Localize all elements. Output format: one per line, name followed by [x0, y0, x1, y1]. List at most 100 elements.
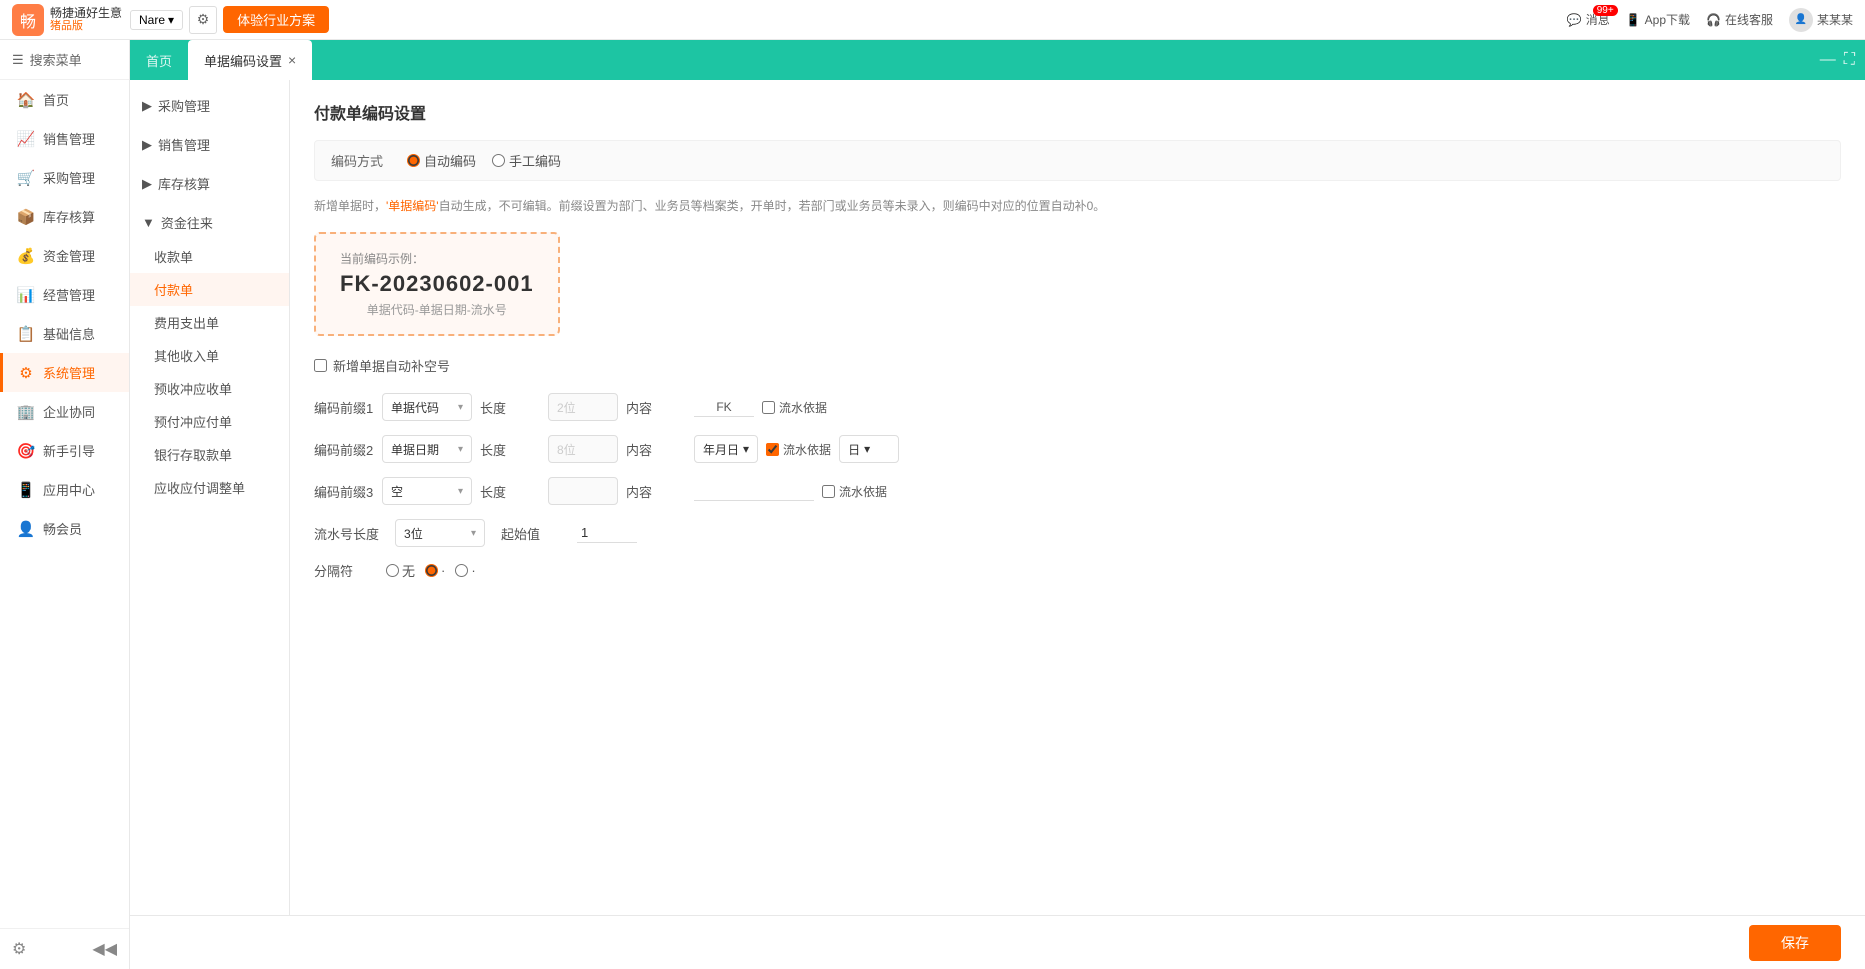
prefix2-len-input: 8位 [548, 435, 618, 463]
prefix2-waterfall-unit: 日 [848, 441, 860, 458]
sidebar-item-sales-label: 销售管理 [43, 129, 95, 148]
manual-radio-label[interactable]: 手工编码 [492, 151, 561, 170]
prefix1-waterfall-label[interactable]: 流水依据 [762, 399, 827, 416]
auto-fill-checkbox[interactable] [314, 359, 327, 372]
user-profile-btn[interactable]: 👤 某某某 [1789, 8, 1853, 32]
sep-none-label[interactable]: 无 [386, 561, 415, 580]
msg-icon: 💬 [1567, 13, 1582, 27]
sub-group-sales-header[interactable]: ▶ 销售管理 [130, 127, 289, 162]
sep-label: 分隔符 [314, 561, 374, 580]
sub-nav-item-yingshou[interactable]: 应收应付调整单 [130, 471, 289, 504]
prefix1-select[interactable]: 单据代码 ▾ [382, 393, 472, 421]
sidebar-item-purchase[interactable]: 🛒 采购管理 [0, 158, 129, 197]
sidebar-item-basic[interactable]: 📋 基础信息 [0, 314, 129, 353]
avatar: 👤 [1789, 8, 1813, 32]
sub-nav-item-shoukuan[interactable]: 收款单 [130, 240, 289, 273]
sidebar-item-system[interactable]: ⚙ 系统管理 [0, 353, 129, 392]
msg-btn[interactable]: 💬 消息 99+ [1567, 11, 1610, 28]
tab-current[interactable]: 单据编码设置 × [188, 40, 312, 80]
sep-dot-label[interactable]: · [425, 563, 445, 578]
prefix1-content-label: 内容 [626, 398, 686, 417]
sep-dot-radio[interactable] [425, 564, 438, 577]
main-content: 首页 单据编码设置 × — ⛶ ▶ 采购管理 [130, 40, 1865, 969]
sep-dot2-radio[interactable] [455, 564, 468, 577]
sub-group-inventory-header[interactable]: ▶ 库存核算 [130, 166, 289, 201]
sidebar-item-apps[interactable]: 📱 应用中心 [0, 470, 129, 509]
prefix2-waterfall-checkbox[interactable] [766, 443, 779, 456]
nav-dropdown-btn[interactable]: Nare ▾ [130, 10, 183, 30]
settings-gear-btn[interactable]: ⚙ [189, 6, 217, 34]
sidebar-item-member[interactable]: 👤 畅会员 [0, 509, 129, 548]
sub-nav-item-yinhang[interactable]: 银行存取款单 [130, 438, 289, 471]
gear-icon: ⚙ [197, 11, 210, 28]
sep-dot2-label[interactable]: · [455, 563, 475, 578]
tab-bar-right: — ⛶ [1820, 51, 1865, 69]
serial-select[interactable]: 3位 ▾ [395, 519, 485, 547]
tab-home[interactable]: 首页 [130, 40, 188, 80]
guide-icon: 🎯 [17, 442, 35, 460]
search-menu-label: 搜索菜单 [30, 50, 82, 69]
collapse-icon[interactable]: ◀◀ [92, 939, 117, 959]
brand-logo: 畅 [12, 4, 44, 36]
prefix3-select[interactable]: 空 ▾ [382, 477, 472, 505]
sidebar-item-corp[interactable]: 🏢 企业协同 [0, 392, 129, 431]
msg-badge: 99+ [1593, 5, 1618, 16]
sidebar-item-sales[interactable]: 📈 销售管理 [0, 119, 129, 158]
prefix1-row: 编码前缀1 单据代码 ▾ 长度 2位 内容 流水依据 [314, 393, 1841, 421]
sidebar-item-guide[interactable]: 🎯 新手引导 [0, 431, 129, 470]
apps-icon: 📱 [17, 481, 35, 499]
sub-sidebar: ▶ 采购管理 ▶ 销售管理 ▶ 库存核算 [130, 80, 290, 915]
top-bar-left: 畅 畅捷通好生意 猪品版 Nare ▾ ⚙ 体验行业方案 [12, 4, 329, 36]
prefix2-waterfall-label[interactable]: 流水依据 [766, 441, 831, 458]
serial-label: 流水号长度 [314, 524, 379, 543]
search-menu-btn[interactable]: ☰ 搜索菜单 [0, 40, 129, 80]
sep-dot2-text: · [471, 563, 475, 578]
start-value-input[interactable] [577, 523, 637, 543]
sidebar-item-home[interactable]: 🏠 首页 [0, 80, 129, 119]
prefix1-content-input[interactable] [694, 398, 754, 417]
sub-nav-item-yushou[interactable]: 预收冲应收单 [130, 372, 289, 405]
finance-icon: 💰 [17, 247, 35, 265]
prefix2-label: 编码前缀2 [314, 440, 374, 459]
prefix1-waterfall-text: 流水依据 [779, 399, 827, 416]
app-label: App下载 [1645, 11, 1690, 28]
serial-value: 3位 [404, 525, 423, 542]
sub-nav-item-fukuan[interactable]: 付款单 [130, 273, 289, 306]
sub-nav-item-feiyong[interactable]: 费用支出单 [130, 306, 289, 339]
prefix1-waterfall-checkbox[interactable] [762, 401, 775, 414]
auto-radio-label[interactable]: 自动编码 [407, 151, 476, 170]
sidebar-item-inventory[interactable]: 📦 库存核算 [0, 197, 129, 236]
sidebar-item-inventory-label: 库存核算 [43, 207, 95, 226]
prefix3-waterfall-label[interactable]: 流水依据 [822, 483, 887, 500]
sidebar-item-finance[interactable]: 💰 资金管理 [0, 236, 129, 275]
sub-group-purchase-header[interactable]: ▶ 采购管理 [130, 88, 289, 123]
app-download-btn[interactable]: 📱 App下载 [1626, 11, 1690, 28]
tab-maximize-icon[interactable]: ⛶ [1844, 51, 1855, 69]
settings-bottom-icon[interactable]: ⚙ [12, 939, 26, 959]
online-service-btn[interactable]: 🎧 在线客服 [1706, 11, 1773, 28]
tab-close-icon[interactable]: × [288, 53, 296, 67]
prefix3-waterfall-checkbox[interactable] [822, 485, 835, 498]
prefix2-waterfall-unit-select[interactable]: 日 ▾ [839, 435, 899, 463]
auto-radio-input[interactable] [407, 154, 420, 167]
prefix2-select[interactable]: 单据日期 ▾ [382, 435, 472, 463]
sub-nav-item-qita[interactable]: 其他收入单 [130, 339, 289, 372]
prefix1-len-label: 长度 [480, 398, 540, 417]
prefix2-content-select[interactable]: 年月日 ▾ [694, 435, 758, 463]
service-label: 在线客服 [1725, 11, 1773, 28]
tab-minimize-icon[interactable]: — [1820, 51, 1836, 69]
top-bar-right: 💬 消息 99+ 📱 App下载 🎧 在线客服 👤 某某某 [1567, 8, 1853, 32]
prefix3-label: 编码前缀3 [314, 482, 374, 501]
prefix3-content-input[interactable] [694, 482, 814, 501]
prefix2-len-value: 8位 [557, 441, 576, 458]
sub-nav-item-yufu[interactable]: 预付冲应付单 [130, 405, 289, 438]
sep-none-radio[interactable] [386, 564, 399, 577]
sub-group-sales-label: 销售管理 [158, 135, 210, 154]
manual-radio-input[interactable] [492, 154, 505, 167]
sub-group-purchase-arrow: ▶ [142, 98, 152, 114]
sub-group-finance-header[interactable]: ▼ 资金往来 [130, 205, 289, 240]
trial-btn[interactable]: 体验行业方案 [223, 6, 329, 33]
save-button[interactable]: 保存 [1749, 925, 1841, 961]
sidebar-item-operation[interactable]: 📊 经营管理 [0, 275, 129, 314]
code-example-label: 当前编码示例： [340, 250, 534, 267]
